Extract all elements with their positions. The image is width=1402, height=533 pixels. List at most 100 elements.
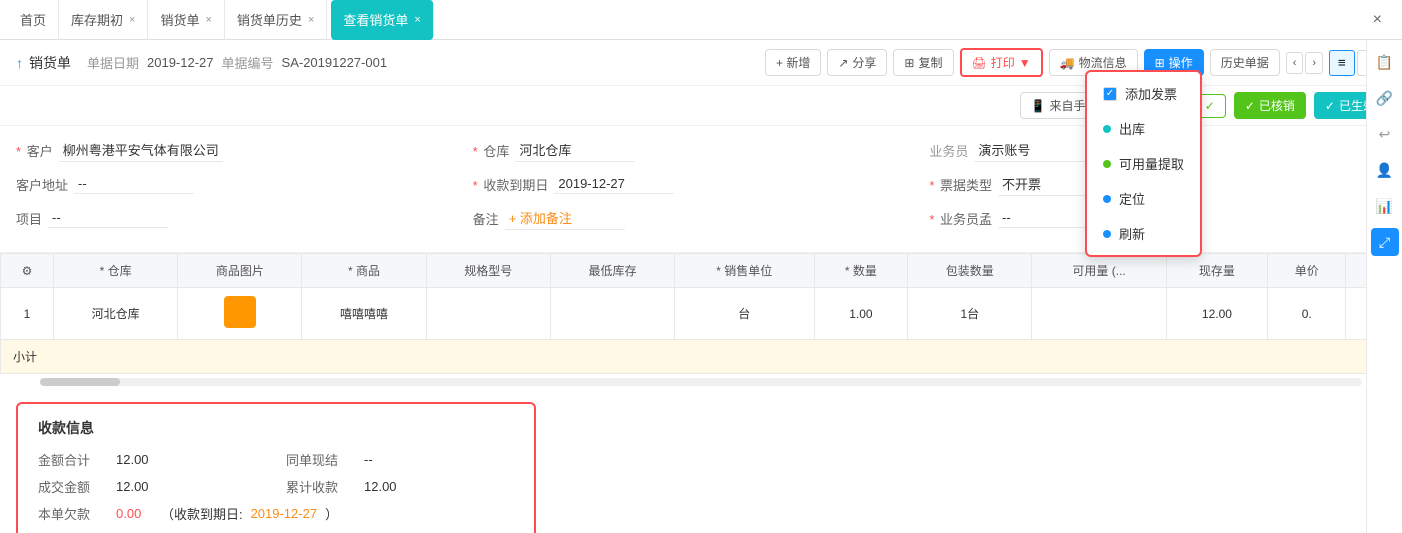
warehouse-field: * 仓库 河北仓库 — [473, 138, 930, 162]
dropdown-available-pickup[interactable]: 可用量提取 — [1087, 146, 1200, 181]
sidebar-icon-3[interactable]: ↩ — [1371, 120, 1399, 148]
row-spec — [426, 288, 550, 340]
row-package-qty: 1台 — [908, 288, 1032, 340]
scroll-thumb[interactable] — [40, 378, 120, 386]
doc-title-area: ↑ 销货单 单据日期 2019-12-27 单据编号 SA-20191227-0… — [16, 53, 765, 73]
window-close-button[interactable]: × — [1361, 11, 1394, 29]
row-available — [1032, 288, 1166, 340]
customer-field: * 客户 柳州粤港平安气体有限公司 — [16, 138, 473, 162]
row-current-stock: 12.00 — [1166, 288, 1267, 340]
payment-date-value[interactable]: 2019-12-27 — [554, 174, 674, 194]
doc-title-text: 销货单 — [29, 53, 71, 73]
dropdown-locate[interactable]: 定位 — [1087, 181, 1200, 216]
status-cancel-label: 已核销 — [1259, 97, 1295, 114]
col-product: * 商品 — [302, 254, 426, 288]
logistics-label: 物流信息 — [1079, 54, 1127, 71]
sidebar-icon-2[interactable]: 🔗 — [1371, 84, 1399, 112]
sidebar-icon-1[interactable]: 📋 — [1371, 48, 1399, 76]
product-table: ⚙ * 仓库 商品图片 * 商品 规格型号 最低库存 * 销售单位 * 数量 包… — [0, 253, 1402, 374]
customer-label: * 客户 — [16, 141, 53, 160]
scroll-hint[interactable] — [40, 378, 1362, 386]
tab-home[interactable]: 首页 — [8, 0, 59, 40]
table-container: ⚙ * 仓库 商品图片 * 商品 规格型号 最低库存 * 销售单位 * 数量 包… — [0, 253, 1402, 390]
tab-close-sales-history[interactable]: × — [308, 14, 314, 26]
out-warehouse-icon — [1103, 125, 1111, 133]
print-button[interactable]: 🖨 打印 ▼ — [960, 48, 1043, 77]
col-package-qty: 包装数量 — [908, 254, 1032, 288]
locate-icon — [1103, 195, 1111, 203]
print-label: 打印 — [991, 54, 1015, 71]
subtotal-row: 小计 — [1, 340, 1402, 374]
row-product-img — [178, 288, 302, 340]
transaction-value: 12.00 — [116, 479, 149, 494]
sidebar-icon-expand[interactable]: ⤢ — [1371, 228, 1399, 256]
staff-value: 演示账号 — [974, 138, 1094, 162]
tab-close-inventory-init[interactable]: × — [129, 14, 135, 26]
owed-value: 0.00 — [116, 506, 141, 521]
row-min-stock — [550, 288, 674, 340]
share-button[interactable]: ↗ 分享 — [827, 49, 887, 76]
add-invoice-checkbox-icon: ✓ — [1103, 87, 1117, 101]
ops-label: 操作 — [1169, 54, 1193, 71]
transaction-label: 成交金额 — [38, 477, 108, 496]
project-value[interactable]: -- — [48, 208, 168, 228]
warehouse-value[interactable]: 河北仓库 — [515, 138, 635, 162]
out-warehouse-label: 出库 — [1119, 119, 1145, 138]
payment-date-label: * 收款到期日 — [473, 175, 549, 194]
tab-view-sales-order[interactable]: 查看销货单 × — [331, 0, 433, 40]
tab-sales-history[interactable]: 销货单历史 × — [225, 0, 327, 40]
staff-label: 业务员 — [929, 141, 968, 160]
owed-date: 2019-12-27 — [251, 506, 318, 521]
dropdown-refresh[interactable]: 刷新 — [1087, 216, 1200, 251]
tab-close-view-sales[interactable]: × — [414, 14, 420, 26]
doc-icon: ↑ — [16, 55, 23, 71]
product-image — [224, 296, 256, 328]
right-sidebar: 📋 🔗 ↩ 👤 📊 ⤢ — [1366, 40, 1402, 533]
date-value: 2019-12-27 — [147, 55, 214, 70]
new-button[interactable]: + 新增 — [765, 49, 821, 76]
sidebar-icon-4[interactable]: 👤 — [1371, 156, 1399, 184]
history-label: 历史单据 — [1221, 54, 1269, 71]
sidebar-icon-5[interactable]: 📊 — [1371, 192, 1399, 220]
effect-icon: ✓ — [1325, 99, 1335, 113]
note-field: 备注 + 添加备注 — [473, 206, 930, 230]
salesperson-label: * 业务员孟 — [929, 209, 992, 228]
same-order-row: 同单现结 -- — [286, 450, 514, 469]
phone-icon: 📱 — [1031, 99, 1046, 113]
customer-value[interactable]: 柳州粤港平安气体有限公司 — [59, 138, 223, 162]
col-warehouse: * 仓库 — [54, 254, 178, 288]
dropdown-add-invoice[interactable]: ✓ 添加发票 — [1087, 76, 1200, 111]
project-label: 项目 — [16, 209, 42, 228]
doc-title: ↑ 销货单 — [16, 53, 71, 73]
dropdown-out-warehouse[interactable]: 出库 — [1087, 111, 1200, 146]
col-sales-unit: * 销售单位 — [675, 254, 815, 288]
row-product: 嘻嘻嘻嘻 — [302, 288, 426, 340]
copy-button[interactable]: ⊞ 复制 — [893, 49, 953, 76]
row-quantity: 1.00 — [814, 288, 908, 340]
ops-icon: ⊞ — [1155, 56, 1165, 70]
row-unit-price: 0. — [1268, 288, 1346, 340]
tab-close-sales-order[interactable]: × — [205, 14, 211, 26]
address-value[interactable]: -- — [74, 174, 194, 194]
copy-icon: ⊞ — [904, 56, 914, 70]
subtotal-label: 小计 — [1, 340, 1402, 374]
locate-label: 定位 — [1119, 189, 1145, 208]
project-field: 项目 -- — [16, 208, 473, 228]
footer-grid: 金额合计 12.00 同单现结 -- 成交金额 12.00 累计收款 12.00… — [38, 450, 514, 523]
prev-arrow[interactable]: ‹ — [1286, 52, 1304, 74]
add-note-btn[interactable]: + 添加备注 — [505, 206, 625, 230]
status-cancel-btn[interactable]: ✓ 已核销 — [1234, 92, 1306, 119]
tab-sales-order[interactable]: 销货单 × — [148, 0, 224, 40]
tab-inventory-init[interactable]: 库存期初 × — [59, 0, 148, 40]
col-settings[interactable]: ⚙ — [1, 254, 54, 288]
tab-bar: 首页 库存期初 × 销货单 × 销货单历史 × 查看销货单 × × — [0, 0, 1402, 40]
owed-label: 本单欠款 — [38, 504, 108, 523]
warehouse-label: * 仓库 — [473, 141, 510, 160]
share-icon: ↗ — [838, 56, 848, 70]
address-field: 客户地址 -- — [16, 174, 473, 194]
number-label: 单据编号 — [222, 53, 274, 72]
history-button[interactable]: 历史单据 — [1210, 49, 1280, 76]
next-arrow[interactable]: › — [1305, 52, 1323, 74]
table-row: 1 河北仓库 嘻嘻嘻嘻 台 1.00 1台 12.00 0. — [1, 288, 1402, 340]
view-table-btn[interactable]: ≡ — [1329, 50, 1355, 76]
